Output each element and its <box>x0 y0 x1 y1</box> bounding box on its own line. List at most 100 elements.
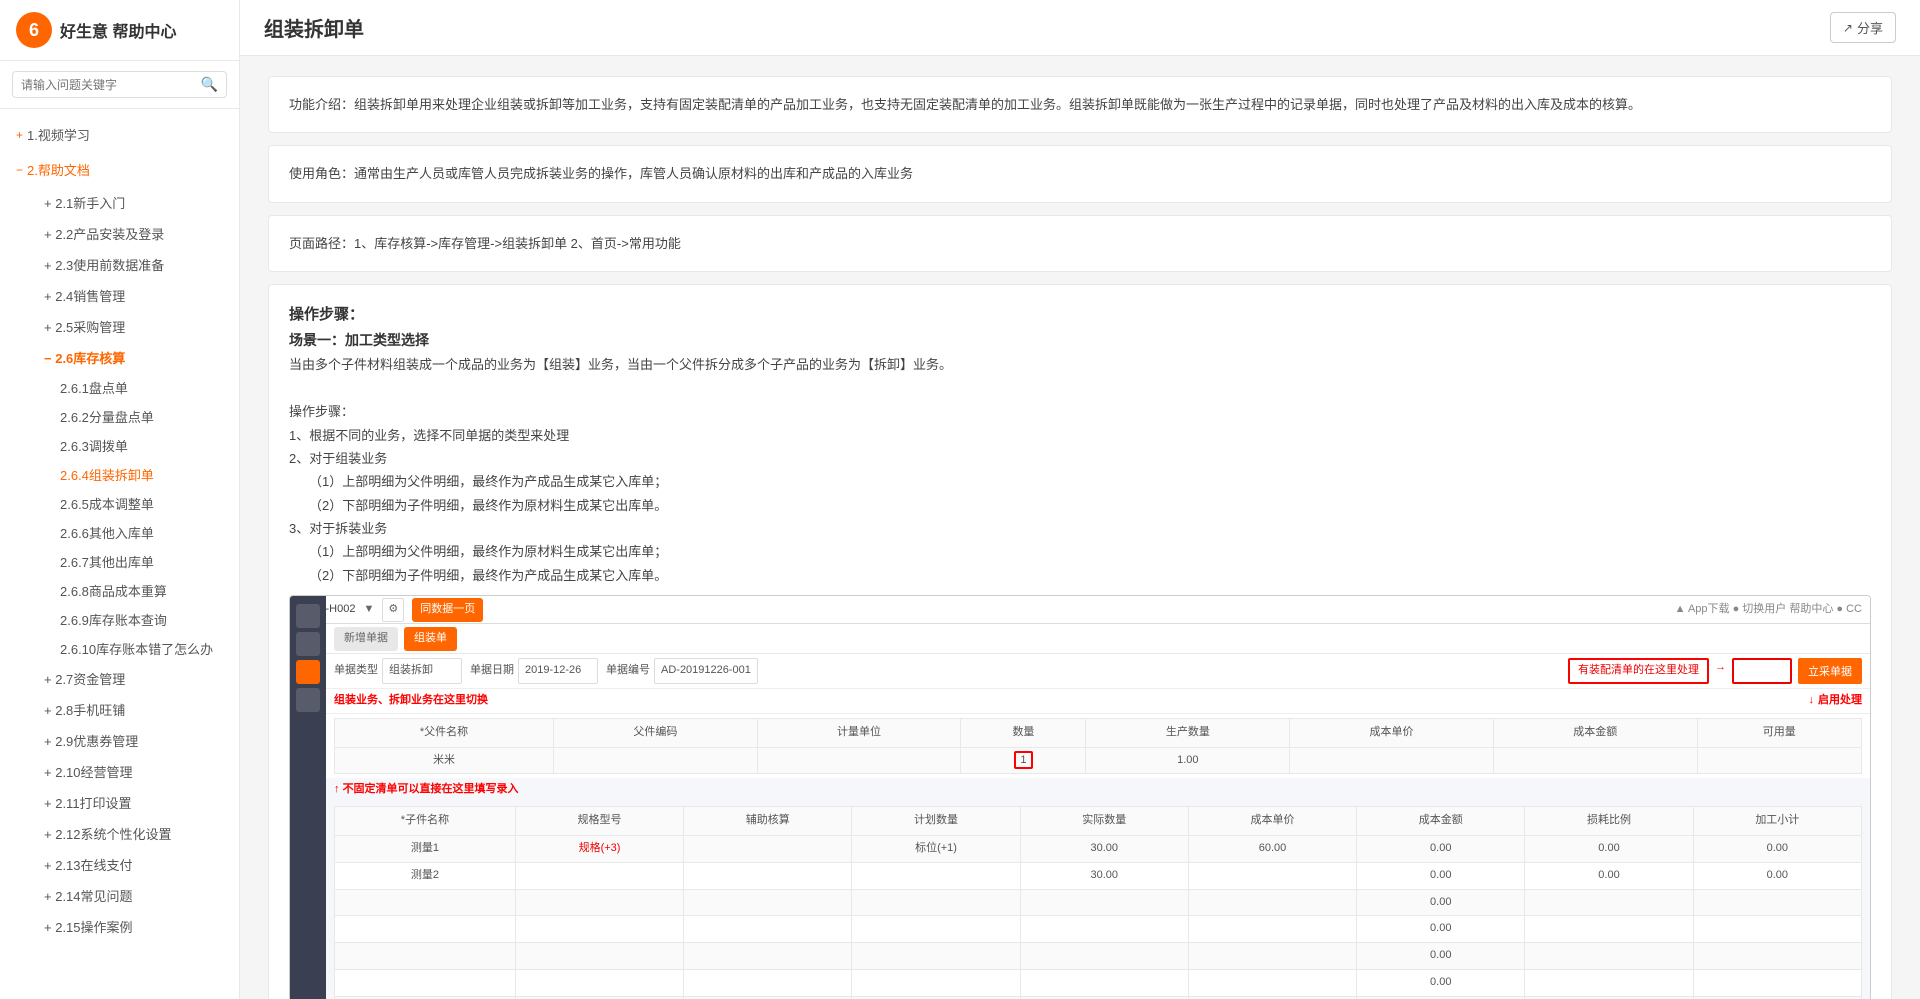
main-header: 组装拆卸单 ↗ 分享 <box>240 0 1920 56</box>
ss-bom-input[interactable] <box>1732 658 1792 684</box>
step1-text: 1、根据不同的业务，选择不同单据的类型来处理 <box>289 424 1871 447</box>
ss-bottom-table: *子件名称 规格型号 辅助核算 计划数量 实际数量 成本单价 成本金额 损耗比例 <box>334 806 1862 999</box>
ss-code-field: 单据编号 AD-20191226-001 <box>606 658 758 684</box>
ss-col-child-cost-price: 成本单价 <box>1188 807 1356 836</box>
sidebar-item-split-count[interactable]: 2.6.2分量盘点单 <box>44 402 239 431</box>
sidebar-item-adjust[interactable]: 2.6.3调拨单 <box>44 431 239 460</box>
sidebar-item-cost-adjust[interactable]: 2.6.5成本调整单 <box>44 489 239 518</box>
ss-col-prod-qty: 生产数量 <box>1086 718 1290 747</box>
ss-topbar: TEST-H002 ▼ ⚙ 同数据一页 ▲ App下载 ● 切换用户 帮助中心 … <box>290 596 1870 624</box>
ss-tab-new[interactable]: 新增单据 <box>334 627 398 651</box>
ss-tabs: 新增单据 组装单 <box>326 624 1870 654</box>
steps-block: 操作步骤： 场景一：加工类型选择 当由多个子件材料组装成一个成品的业务为【组装】… <box>268 284 1892 999</box>
sidebar-item-online-pay[interactable]: + 2.13在线支付 <box>28 849 239 880</box>
ss-date-input[interactable]: 2019-12-26 <box>518 658 598 684</box>
ss-top-table: *父件名称 父件编码 计量单位 数量 生产数量 成本单价 成本金额 可用量 <box>334 718 1862 775</box>
table-row: 0.00 <box>335 970 1862 997</box>
ss-col-avail: 可用量 <box>1697 718 1861 747</box>
annotation-enable: 启用处理 <box>1818 691 1862 711</box>
intro-path-block: 页面路径：1、库存核算->库存管理->组装拆卸单 2、首页->常用功能 <box>268 215 1892 272</box>
sidebar-item-capital[interactable]: + 2.7资金管理 <box>28 663 239 694</box>
main-area: 组装拆卸单 ↗ 分享 功能介绍：组装拆卸单用来处理企业组装或拆卸等加工业务，支持… <box>240 0 1920 999</box>
intro-role-text: 使用角色：通常由生产人员或库管人员完成拆装业务的操作，库管人员确认原材料的出库和… <box>289 162 1871 185</box>
search-area[interactable]: 🔍 <box>0 61 239 109</box>
sidebar: 6 好生意 帮助中心 🔍 + 1.视频学习 − 2.帮助文档 + 2.1新手入门… <box>0 0 240 999</box>
share-button[interactable]: ↗ 分享 <box>1830 12 1896 43</box>
ss-code-input[interactable]: AD-20191226-001 <box>654 658 758 684</box>
sidebar-item-other-in[interactable]: 2.6.6其他入库单 <box>44 518 239 547</box>
step2-2-text: （2）下部明细为子件明细，最终作为原材料生成某它出库单。 <box>289 494 1871 517</box>
sidebar-item-print[interactable]: + 2.11打印设置 <box>28 787 239 818</box>
ss-annotation-row: 组装业务、拆卸业务在这里切换 ↓ 启用处理 <box>326 689 1870 714</box>
sidebar-item-count[interactable]: 2.6.1盘点单 <box>44 373 239 402</box>
ss-col-loss: 损耗比例 <box>1525 807 1693 836</box>
ss-col-aux: 辅助核算 <box>684 807 852 836</box>
sidebar-sub-inventory: 2.6.1盘点单 2.6.2分量盘点单 2.6.3调拨单 2.6.4组装拆卸单 … <box>28 373 239 663</box>
sidebar-item-error[interactable]: 2.6.10库存账本错了怎么办 <box>44 634 239 663</box>
ss-col-plan-qty: 计划数量 <box>852 807 1020 836</box>
step3-text: 3、对于拆装业务 <box>289 517 1871 540</box>
ss-col-qty: 数量 <box>961 718 1086 747</box>
sidebar-item-docs[interactable]: − 2.帮助文档 <box>0 152 239 187</box>
ss-col-parent-name: *父件名称 <box>335 718 554 747</box>
intro-function-block: 功能介绍：组装拆卸单用来处理企业组装或拆卸等加工业务，支持有固定装配清单的产品加… <box>268 76 1892 133</box>
logo-area: 6 好生意 帮助中心 <box>0 0 239 61</box>
sidebar-item-coupon[interactable]: + 2.9优惠券管理 <box>28 725 239 756</box>
sidebar-item-custom[interactable]: + 2.12系统个性化设置 <box>28 818 239 849</box>
annotation-switch: 组装业务、拆卸业务在这里切换 <box>334 691 488 711</box>
ss-top-table-area: *父件名称 父件编码 计量单位 数量 生产数量 成本单价 成本金额 可用量 <box>326 714 1870 779</box>
table-row: 0.00 <box>335 916 1862 943</box>
ss-col-subtotal: 加工小计 <box>1693 807 1861 836</box>
ss-col-cost-amt: 成本金额 <box>1493 718 1697 747</box>
sidebar-item-cases[interactable]: + 2.15操作案例 <box>28 911 239 942</box>
step3-1-text: （1）上部明细为父件明细，最终作为原材料生成某它出库单； <box>289 540 1871 563</box>
sidebar-item-mobile[interactable]: + 2.8手机旺铺 <box>28 694 239 725</box>
intro-role-block: 使用角色：通常由生产人员或库管人员完成拆装业务的操作，库管人员确认原材料的出库和… <box>268 145 1892 202</box>
annotation-freeform: ↑ 不固定清单可以直接在这里填写录入 <box>326 778 1870 802</box>
ss-tab-assemble[interactable]: 组装单 <box>404 627 457 651</box>
sidebar-item-sales[interactable]: + 2.4销售管理 <box>28 280 239 311</box>
share-icon: ↗ <box>1843 21 1853 35</box>
logo-icon: 6 <box>16 12 52 48</box>
sidebar-item-video[interactable]: + 1.视频学习 <box>0 117 239 152</box>
table-row: 米米 1 1.00 <box>335 747 1862 774</box>
scene1-desc: 当由多个子件材料组装成一个成品的业务为【组装】业务，当由一个父件拆分成多个子产品… <box>289 353 1871 376</box>
steps-sub-title: 操作步骤： <box>289 400 1871 423</box>
table-row: 0.00 <box>335 889 1862 916</box>
sidebar-item-query[interactable]: 2.6.9库存账本查询 <box>44 605 239 634</box>
sidebar-item-faq[interactable]: + 2.14常见问题 <box>28 880 239 911</box>
ss-date-field: 单据日期 2019-12-26 <box>470 658 598 684</box>
sidebar-item-assemble[interactable]: 2.6.4组装拆卸单 <box>44 460 239 489</box>
logo-text: 好生意 帮助中心 <box>60 18 176 42</box>
sidebar-item-other-out[interactable]: 2.6.7其他出库单 <box>44 547 239 576</box>
ss-fields-row1: 单据类型 组装拆卸 单据日期 2019-12-26 单据编号 AD-201912… <box>326 654 1870 689</box>
ss-topbar-right: ▲ App下载 ● 切换用户 帮助中心 ● CC <box>1675 600 1862 620</box>
sidebar-item-operation[interactable]: + 2.10经营管理 <box>28 756 239 787</box>
screenshot: TEST-H002 ▼ ⚙ 同数据一页 ▲ App下载 ● 切换用户 帮助中心 … <box>290 596 1870 999</box>
search-icon[interactable]: 🔍 <box>201 76 218 93</box>
sidebar-item-inventory[interactable]: − 2.6库存核算 <box>28 342 239 373</box>
ss-col-spec: 规格型号 <box>515 807 683 836</box>
ss-col-child-cost-amt: 成本金额 <box>1357 807 1525 836</box>
sidebar-sub-docs: + 2.1新手入门 + 2.2产品安装及登录 + 2.3使用前数据准备 + 2.… <box>0 187 239 942</box>
sidebar-nav: + 1.视频学习 − 2.帮助文档 + 2.1新手入门 + 2.2产品安装及登录… <box>0 109 239 999</box>
sidebar-item-install[interactable]: + 2.2产品安装及登录 <box>28 218 239 249</box>
table-row: 0.00 <box>335 943 1862 970</box>
step2-text: 2、对于组装业务 <box>289 447 1871 470</box>
screenshot-wrapper: TEST-H002 ▼ ⚙ 同数据一页 ▲ App下载 ● 切换用户 帮助中心 … <box>289 595 1871 999</box>
ss-type-input[interactable]: 组装拆卸 <box>382 658 462 684</box>
search-input[interactable] <box>21 78 201 92</box>
ss-sidebar <box>290 596 326 999</box>
ss-col-cost-price: 成本单价 <box>1290 718 1494 747</box>
ss-col-parent-code: 父件编码 <box>554 718 758 747</box>
sidebar-item-data[interactable]: + 2.3使用前数据准备 <box>28 249 239 280</box>
sidebar-item-purchase[interactable]: + 2.5采购管理 <box>28 311 239 342</box>
ss-type-field: 单据类型 组装拆卸 <box>334 658 462 684</box>
sidebar-item-new[interactable]: + 2.1新手入门 <box>28 187 239 218</box>
step2-1-text: （1）上部明细为父件明细，最终作为产成品生成某它入库单； <box>289 470 1871 493</box>
ss-save-btn[interactable]: 立采单据 <box>1798 658 1862 684</box>
ss-body: 新增单据 组装单 单据类型 组装拆卸 单据日期 <box>326 624 1870 999</box>
sidebar-item-cost-calc[interactable]: 2.6.8商品成本重算 <box>44 576 239 605</box>
scene1-title: 场景一：加工类型选择 <box>289 328 1871 353</box>
annotation-bom: 有装配清单的在这里处理 <box>1568 658 1709 684</box>
